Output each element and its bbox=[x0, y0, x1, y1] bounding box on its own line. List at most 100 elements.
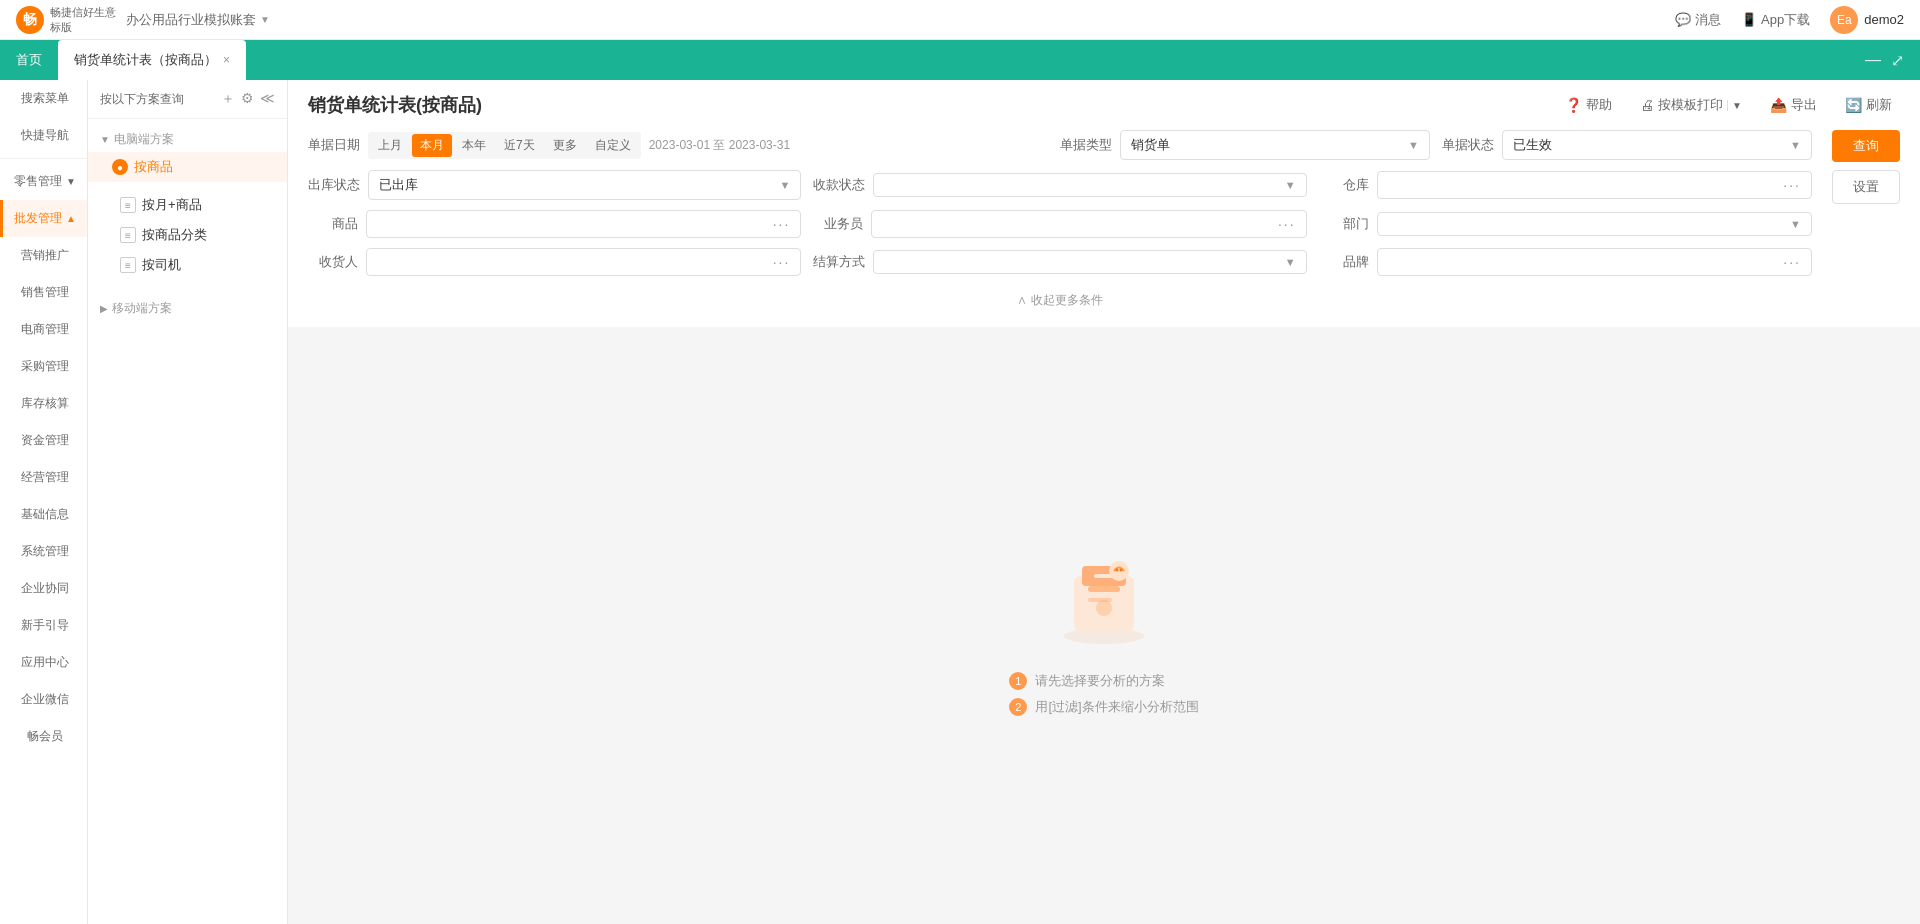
salesperson-select[interactable]: ··· bbox=[871, 210, 1306, 238]
salesperson-dots-icon: ··· bbox=[1278, 216, 1296, 232]
add-scheme-icon[interactable]: ＋ bbox=[221, 90, 235, 108]
help-button[interactable]: ❓ 帮助 bbox=[1557, 92, 1620, 118]
tab-minimize-icon[interactable]: — bbox=[1865, 51, 1881, 69]
settings-button[interactable]: 设置 bbox=[1832, 170, 1900, 204]
product-dots-icon: ··· bbox=[773, 216, 791, 232]
warehouse-select[interactable]: ··· bbox=[1377, 171, 1812, 199]
print-chevron-icon[interactable]: ▼ bbox=[1727, 100, 1742, 111]
date-tab-this-month[interactable]: 本月 bbox=[412, 134, 452, 157]
mobile-group-arrow: ▶ bbox=[100, 303, 108, 314]
page-title: 销货单统计表(按商品) bbox=[308, 93, 482, 117]
user-area[interactable]: Ea demo2 bbox=[1830, 6, 1904, 34]
page-header: 销货单统计表(按商品) ❓ 帮助 🖨 按模板打印 ▼ 📤 导出 bbox=[288, 80, 1920, 118]
tab-actions: — ⤢ bbox=[1865, 51, 1920, 70]
payment-select[interactable]: ▼ bbox=[873, 250, 1306, 274]
out-status-chevron-icon: ▼ bbox=[779, 179, 790, 191]
date-tab-7days[interactable]: 近7天 bbox=[496, 134, 543, 157]
search-row-1: 单据日期 上月 本月 本年 近7天 更多 自定义 bbox=[308, 130, 1812, 160]
brand-label: 品牌 bbox=[1319, 253, 1369, 271]
salesperson-label: 业务员 bbox=[813, 215, 863, 233]
settings-scheme-icon[interactable]: ⚙ bbox=[241, 90, 254, 108]
top-bar-left: 畅 畅捷信好生意 标版 办公用品行业模拟账套 ▼ bbox=[16, 5, 270, 34]
date-tab-more[interactable]: 更多 bbox=[545, 134, 585, 157]
tab-close-icon[interactable]: × bbox=[223, 54, 230, 66]
sidebar-item-newbie[interactable]: 新手引导 bbox=[0, 607, 87, 644]
brand-field: 品牌 ··· bbox=[1319, 248, 1812, 276]
message-button[interactable]: 💬 消息 bbox=[1675, 11, 1721, 29]
tip-item-2: 2 用[过滤]条件来缩小分析范围 bbox=[1009, 698, 1198, 716]
sidebar-item-basic-info[interactable]: 基础信息 bbox=[0, 496, 87, 533]
product-label: 商品 bbox=[308, 215, 358, 233]
scheme-item-by-month-product[interactable]: ≡ 按月+商品 bbox=[88, 190, 287, 220]
sidebar-item-purchase[interactable]: 采购管理 bbox=[0, 348, 87, 385]
product-select[interactable]: ··· bbox=[366, 210, 801, 238]
avatar: Ea bbox=[1830, 6, 1858, 34]
search-and-buttons: 单据日期 上月 本月 本年 近7天 更多 自定义 bbox=[288, 118, 1920, 327]
scheme-item-by-product[interactable]: ● 按商品 bbox=[88, 152, 287, 182]
print-icon: 🖨 bbox=[1640, 97, 1654, 113]
scheme-group-desktop-header[interactable]: ▼ 电脑端方案 bbox=[88, 127, 287, 152]
main-content: 销货单统计表(按商品) ❓ 帮助 🖨 按模板打印 ▼ 📤 导出 bbox=[288, 80, 1920, 924]
sidebar-item-quick-nav[interactable]: 快捷导航 bbox=[0, 117, 87, 154]
sidebar-item-operations[interactable]: 经营管理 bbox=[0, 459, 87, 496]
sidebar-item-app-center[interactable]: 应用中心 bbox=[0, 644, 87, 681]
search-row-4: 收货人 ··· 结算方式 ▼ bbox=[308, 248, 1812, 276]
brand-select[interactable]: ··· bbox=[1377, 248, 1812, 276]
date-tab-custom[interactable]: 自定义 bbox=[587, 134, 639, 157]
scheme-item-by-product-category[interactable]: ≡ 按商品分类 bbox=[88, 220, 287, 250]
collapse-panel-icon[interactable]: ≪ bbox=[260, 90, 275, 108]
search-fields-area: 单据日期 上月 本月 本年 近7天 更多 自定义 bbox=[288, 118, 1832, 327]
sidebar-item-enterprise[interactable]: 企业协同 bbox=[0, 570, 87, 607]
receiver-select[interactable]: ··· bbox=[366, 248, 801, 276]
app-selector[interactable]: 办公用品行业模拟账套 ▼ bbox=[126, 11, 270, 29]
bill-type-select[interactable]: 销货单 ▼ bbox=[1120, 130, 1430, 160]
tab-sales-stats[interactable]: 销货单统计表（按商品） × bbox=[58, 40, 246, 80]
scheme-item-by-printer[interactable]: ≡ 按司机 bbox=[88, 250, 287, 280]
sidebar-item-ecommerce[interactable]: 电商管理 bbox=[0, 311, 87, 348]
sidebar-item-inventory[interactable]: 库存核算 bbox=[0, 385, 87, 422]
desktop-group-arrow: ▼ bbox=[100, 134, 110, 145]
date-label: 单据日期 bbox=[308, 136, 360, 154]
date-range-text: 2023-03-01 至 2023-03-31 bbox=[649, 137, 790, 154]
tab-expand-icon[interactable]: ⤢ bbox=[1891, 51, 1904, 70]
empty-state-tips: 1 请先选择要分析的方案 2 用[过滤]条件来缩小分析范围 bbox=[1009, 672, 1198, 716]
search-row-3: 商品 ··· 业务员 ··· bbox=[308, 210, 1812, 238]
bill-status-select[interactable]: 已生效 ▼ bbox=[1502, 130, 1812, 160]
sidebar-item-system[interactable]: 系统管理 bbox=[0, 533, 87, 570]
date-tab-this-year[interactable]: 本年 bbox=[454, 134, 494, 157]
app-download-button[interactable]: 📱 App下载 bbox=[1741, 11, 1810, 29]
sidebar-item-search-menu[interactable]: 搜索菜单 bbox=[0, 80, 87, 117]
tab-home[interactable]: 首页 bbox=[0, 40, 58, 80]
sidebar-item-retail[interactable]: 零售管理 ▼ bbox=[0, 163, 87, 200]
sidebar-item-marketing[interactable]: 营销推广 bbox=[0, 237, 87, 274]
filter-panel-title: 按以下方案查询 bbox=[100, 91, 184, 108]
svg-point-5 bbox=[1096, 600, 1112, 616]
page-header-actions: ❓ 帮助 🖨 按模板打印 ▼ 📤 导出 🔄 刷新 bbox=[1557, 92, 1900, 118]
warehouse-label: 仓库 bbox=[1319, 176, 1369, 194]
print-button[interactable]: 🖨 按模板打印 ▼ bbox=[1632, 92, 1750, 118]
date-tab-last-month[interactable]: 上月 bbox=[370, 134, 410, 157]
sidebar-item-enterprise-wechat[interactable]: 企业微信 bbox=[0, 681, 87, 718]
sidebar: 搜索菜单 快捷导航 零售管理 ▼ 批发管理 ▲ 营销推广 销售管理 电商管理 采… bbox=[0, 80, 88, 924]
sidebar-item-sales-mgmt[interactable]: 销售管理 bbox=[0, 274, 87, 311]
query-button[interactable]: 查询 bbox=[1832, 130, 1900, 162]
department-field: 部门 ▼ bbox=[1319, 212, 1812, 236]
department-select[interactable]: ▼ bbox=[1377, 212, 1812, 236]
bill-status-chevron-icon: ▼ bbox=[1790, 139, 1801, 151]
receiver-dots-icon: ··· bbox=[773, 254, 791, 270]
collapse-conditions-button[interactable]: ∧ 收起更多条件 bbox=[308, 286, 1812, 315]
by-month-product-icon: ≡ bbox=[120, 197, 136, 213]
payment-chevron-icon: ▼ bbox=[1285, 256, 1296, 268]
sidebar-item-finance[interactable]: 资金管理 bbox=[0, 422, 87, 459]
scheme-group-mobile-header[interactable]: ▶ 移动端方案 bbox=[88, 296, 287, 321]
svg-point-7 bbox=[1109, 561, 1129, 581]
tip-item-1: 1 请先选择要分析的方案 bbox=[1009, 672, 1198, 690]
receipt-status-select[interactable]: ▼ bbox=[873, 173, 1306, 197]
out-status-select[interactable]: 已出库 ▼ bbox=[368, 170, 801, 200]
refresh-button[interactable]: 🔄 刷新 bbox=[1837, 92, 1900, 118]
bill-type-chevron-icon: ▼ bbox=[1408, 139, 1419, 151]
sidebar-item-membership[interactable]: 畅会员 bbox=[0, 718, 87, 755]
bill-type-label: 单据类型 bbox=[1060, 136, 1112, 154]
sidebar-item-wholesale[interactable]: 批发管理 ▲ bbox=[0, 200, 87, 237]
export-button[interactable]: 📤 导出 bbox=[1762, 92, 1825, 118]
